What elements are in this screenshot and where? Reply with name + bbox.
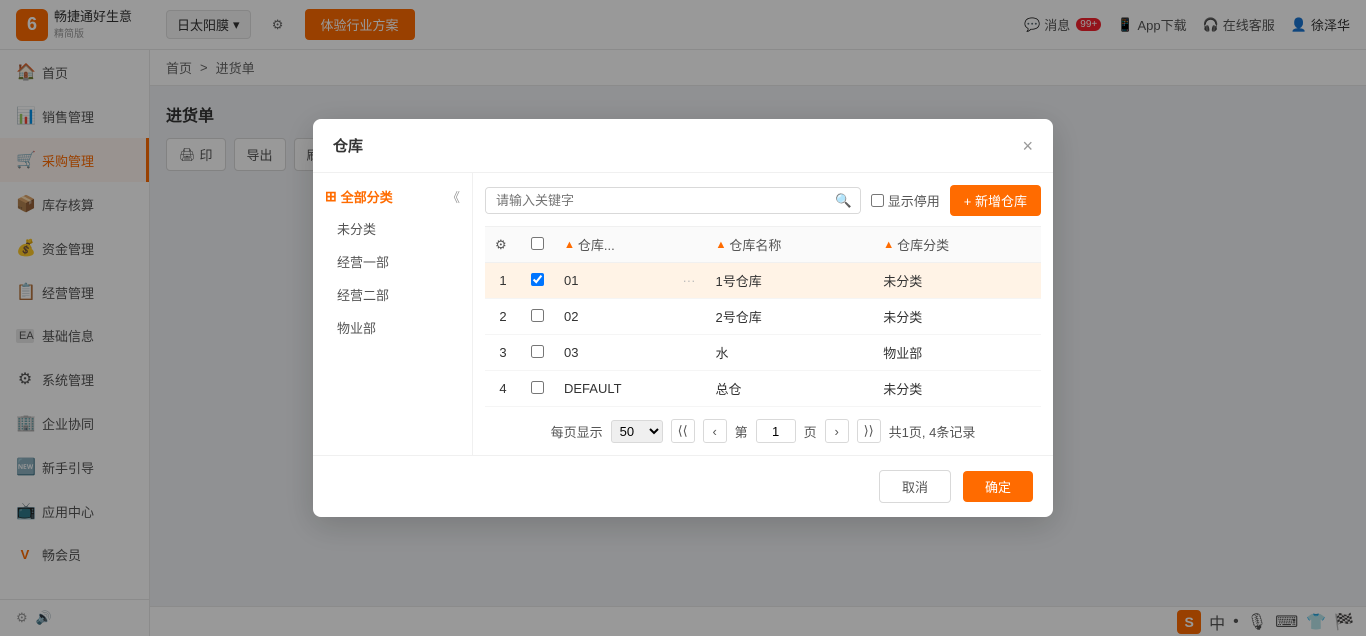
row-checkbox[interactable] bbox=[531, 273, 544, 286]
modal-header: 仓库 × bbox=[313, 119, 1053, 173]
row-name: 2号仓库 bbox=[705, 299, 873, 335]
th-gear: ⚙ bbox=[485, 227, 521, 263]
modal-close-button[interactable]: × bbox=[1022, 137, 1033, 155]
row-category: 物业部 bbox=[873, 335, 1041, 371]
table-row[interactable]: 2 02 2号仓库 未分类 bbox=[485, 299, 1041, 335]
show-disabled-checkbox[interactable] bbox=[871, 194, 884, 207]
row-idx: 3 bbox=[485, 335, 521, 371]
row-category: 未分类 bbox=[873, 371, 1041, 407]
collapse-icon[interactable]: 《 bbox=[447, 187, 460, 206]
row-checkbox[interactable] bbox=[531, 309, 544, 322]
last-page-button[interactable]: ⟩⟩ bbox=[857, 419, 881, 443]
sort-icon-name: ▲ bbox=[715, 239, 726, 251]
row-checkbox[interactable] bbox=[531, 381, 544, 394]
grid-icon: ⊞ bbox=[325, 188, 337, 205]
table-toolbar: 🔍 显示停用 + 新增仓库 bbox=[485, 185, 1041, 216]
sort-icon-code: ▲ bbox=[564, 239, 575, 251]
row-code: 02 bbox=[554, 299, 705, 335]
th-category: ▲ 仓库分类 bbox=[873, 227, 1041, 263]
row-idx: 2 bbox=[485, 299, 521, 335]
pagination: 每页显示 50 100 ⟨⟨ ‹ 第 1 页 › ⟩⟩ 共1页, 4条记录 bbox=[485, 407, 1041, 443]
select-all-checkbox[interactable] bbox=[531, 237, 544, 250]
row-category: 未分类 bbox=[873, 263, 1041, 299]
table-row[interactable]: 1 01··· 1号仓库 未分类 bbox=[485, 263, 1041, 299]
row-check[interactable] bbox=[521, 299, 554, 335]
sort-icon-category: ▲ bbox=[883, 239, 894, 251]
row-idx: 4 bbox=[485, 371, 521, 407]
category-item-property[interactable]: 物业部 bbox=[313, 311, 472, 344]
th-name: ▲ 仓库名称 bbox=[705, 227, 873, 263]
th-code: ▲ 仓库... bbox=[554, 227, 705, 263]
prev-page-button[interactable]: ‹ bbox=[703, 419, 727, 443]
warehouse-table: ⚙ ▲ 仓库... bbox=[485, 226, 1041, 407]
modal-footer: 取消 确定 bbox=[313, 455, 1053, 517]
all-category-header[interactable]: ⊞ 全部分类 《 bbox=[313, 181, 472, 212]
category-item-unclassified[interactable]: 未分类 bbox=[313, 212, 472, 245]
row-code: 03 bbox=[554, 335, 705, 371]
row-name: 水 bbox=[705, 335, 873, 371]
add-warehouse-button[interactable]: + 新增仓库 bbox=[950, 185, 1041, 216]
confirm-button[interactable]: 确定 bbox=[963, 471, 1033, 502]
row-code: 01··· bbox=[554, 263, 705, 299]
modal-body: ⊞ 全部分类 《 未分类 经营一部 经营二部 物业部 🔍 bbox=[313, 173, 1053, 455]
search-input[interactable] bbox=[486, 188, 827, 213]
row-code: DEFAULT bbox=[554, 371, 705, 407]
row-name: 1号仓库 bbox=[705, 263, 873, 299]
row-name: 总仓 bbox=[705, 371, 873, 407]
th-check bbox=[521, 227, 554, 263]
modal-title: 仓库 bbox=[333, 135, 363, 156]
page-number-input[interactable]: 1 bbox=[756, 419, 796, 443]
category-sidebar: ⊞ 全部分类 《 未分类 经营一部 经营二部 物业部 bbox=[313, 173, 473, 455]
show-disabled-label: 显示停用 bbox=[871, 191, 940, 210]
row-check[interactable] bbox=[521, 371, 554, 407]
table-row[interactable]: 4 DEFAULT 总仓 未分类 bbox=[485, 371, 1041, 407]
modal-overlay: 仓库 × ⊞ 全部分类 《 未分类 经营一部 经营二部 物业部 bbox=[0, 0, 1366, 636]
next-page-button[interactable]: › bbox=[825, 419, 849, 443]
table-area: 🔍 显示停用 + 新增仓库 ⚙ bbox=[473, 173, 1053, 455]
row-checkbox[interactable] bbox=[531, 345, 544, 358]
cancel-button[interactable]: 取消 bbox=[879, 470, 951, 503]
row-category: 未分类 bbox=[873, 299, 1041, 335]
row-check[interactable] bbox=[521, 335, 554, 371]
category-item-operation2[interactable]: 经营二部 bbox=[313, 278, 472, 311]
search-box: 🔍 bbox=[485, 187, 861, 214]
warehouse-modal: 仓库 × ⊞ 全部分类 《 未分类 经营一部 经营二部 物业部 bbox=[313, 119, 1053, 517]
first-page-button[interactable]: ⟨⟨ bbox=[671, 419, 695, 443]
row-idx: 1 bbox=[485, 263, 521, 299]
per-page-select[interactable]: 50 100 bbox=[611, 420, 663, 443]
search-button[interactable]: 🔍 bbox=[827, 189, 860, 213]
row-check[interactable] bbox=[521, 263, 554, 299]
category-item-operation1[interactable]: 经营一部 bbox=[313, 245, 472, 278]
gear-icon[interactable]: ⚙ bbox=[495, 237, 507, 252]
table-row[interactable]: 3 03 水 物业部 bbox=[485, 335, 1041, 371]
